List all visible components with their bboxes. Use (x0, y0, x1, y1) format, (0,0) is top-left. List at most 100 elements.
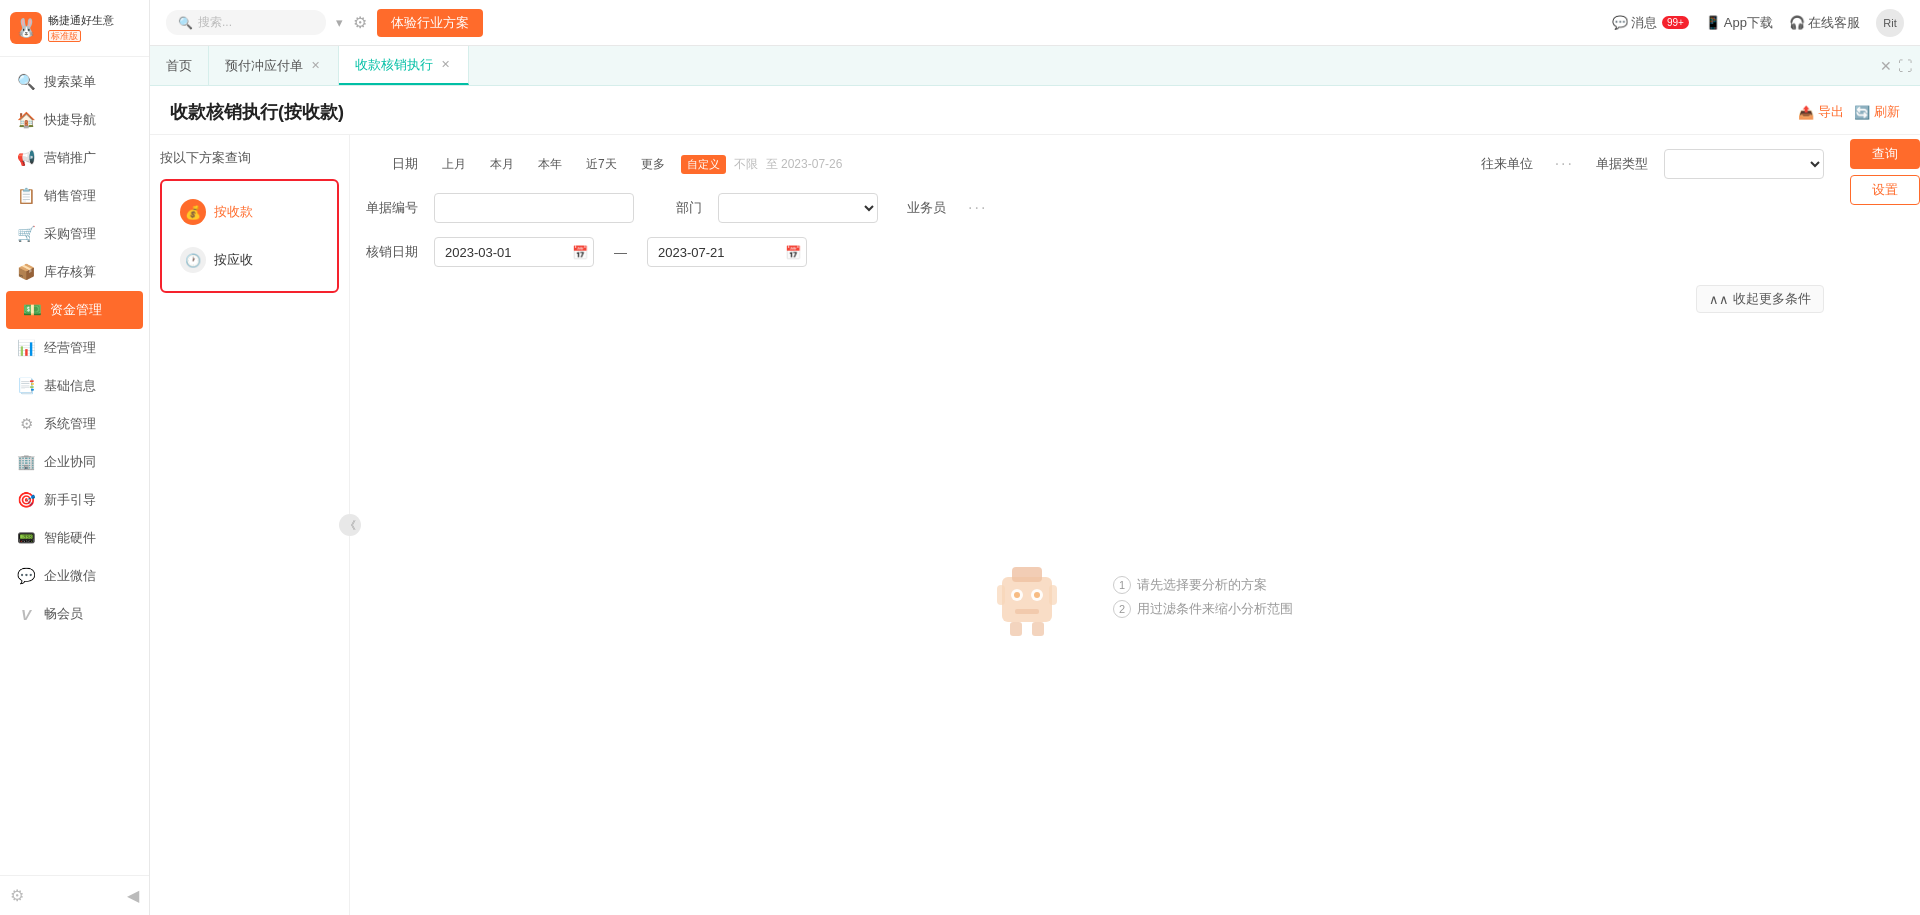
svg-rect-1 (1012, 567, 1042, 582)
staff-label: 业务员 (894, 199, 946, 217)
sidebar-item-marketing[interactable]: 📢 营销推广 (0, 139, 149, 177)
dept-label: 部门 (650, 199, 702, 217)
sidebar-item-label-operation: 经营管理 (44, 339, 96, 357)
panel-collapse-button[interactable]: 《 (339, 514, 361, 536)
tab-expand-icon[interactable]: ⛶ (1898, 58, 1912, 74)
sidebar-item-inventory[interactable]: 📦 库存核算 (0, 253, 149, 291)
sidebar-collapse-icon[interactable]: ◀ (127, 886, 139, 905)
staff-dots[interactable]: ··· (962, 199, 993, 217)
more-conditions-button[interactable]: ∧∧ 收起更多条件 (1696, 285, 1824, 313)
sidebar-item-member[interactable]: V 畅会员 (0, 595, 149, 633)
by-receipt-label: 按收款 (214, 203, 253, 221)
filter-option-by-receivable[interactable]: 🕐 按应收 (170, 239, 329, 281)
tab-bar: 首页 预付冲应付单 ✕ 收款核销执行 ✕ ✕ ⛶ (150, 46, 1920, 86)
sidebar: 🐰 畅捷通好生意 标准版 🔍 搜索菜单 🏠 快捷导航 📢 营销推广 📋 销售管理… (0, 0, 150, 915)
filter-row-2: 单据编号 部门 业务员 ··· (366, 193, 1824, 223)
doc-type-select-wrap (1664, 149, 1824, 179)
calendar-to-icon[interactable]: 📅 (785, 245, 801, 260)
filter-content: 按以下方案查询 💰 按收款 🕐 按应收 《 (150, 135, 1920, 915)
sidebar-item-basic[interactable]: 📑 基础信息 (0, 367, 149, 405)
sidebar-settings-icon[interactable]: ⚙ (10, 886, 24, 905)
query-button[interactable]: 查询 (1850, 139, 1920, 169)
date-to: 至 2023-07-26 (766, 156, 843, 173)
online-service-area[interactable]: 🎧 在线客服 (1789, 14, 1860, 32)
empty-row: 1 请先选择要分析的方案 2 用过滤条件来缩小分析范围 (977, 547, 1293, 647)
marketing-icon: 📢 (16, 149, 36, 167)
by-receivable-label: 按应收 (214, 251, 253, 269)
empty-hints: 1 请先选择要分析的方案 2 用过滤条件来缩小分析范围 (1113, 576, 1293, 618)
purchase-icon: 🛒 (16, 225, 36, 243)
export-icon: 📤 (1798, 105, 1814, 120)
header-dropdown-icon[interactable]: ▾ (336, 15, 343, 30)
app-name: 畅捷通好生意 (48, 13, 114, 27)
user-avatar[interactable]: Rit (1876, 9, 1904, 37)
sidebar-item-fund[interactable]: 💵 资金管理 (6, 291, 143, 329)
member-icon: V (16, 606, 36, 623)
filter-main: 日期 上月 本月 本年 近7天 更多 自定义 不限 至 2023-07-26 (350, 135, 1840, 339)
sidebar-item-hardware[interactable]: 📟 智能硬件 (0, 519, 149, 557)
sidebar-item-label-wechat: 企业微信 (44, 567, 96, 585)
writeoff-date-to-input[interactable] (647, 237, 807, 267)
tab-receipt-close-icon[interactable]: ✕ (439, 57, 452, 72)
page-content: 收款核销执行(按收款) 📤 导出 🔄 刷新 按以下方案查询 💰 (150, 86, 1920, 915)
tab-close-all-icon[interactable]: ✕ (1880, 58, 1892, 74)
date-btn-7days[interactable]: 近7天 (578, 153, 625, 176)
date-btn-this-year[interactable]: 本年 (530, 153, 570, 176)
party-dots[interactable]: ··· (1549, 155, 1580, 173)
sidebar-item-label-purchase: 采购管理 (44, 225, 96, 243)
sidebar-item-sales[interactable]: 📋 销售管理 (0, 177, 149, 215)
app-download-area[interactable]: 📱 App下载 (1705, 14, 1773, 32)
message-badge: 99+ (1662, 16, 1689, 29)
sidebar-item-purchase[interactable]: 🛒 采购管理 (0, 215, 149, 253)
date-btn-custom[interactable]: 自定义 (681, 155, 726, 174)
date-options-group: 上月 本月 本年 近7天 更多 自定义 不限 至 2023-07-26 (434, 153, 1465, 176)
header-search-box[interactable]: 🔍 搜索... (166, 10, 326, 35)
export-label: 导出 (1818, 103, 1844, 121)
doc-no-label: 单据编号 (366, 199, 418, 217)
sales-icon: 📋 (16, 187, 36, 205)
mobile-icon: 📱 (1705, 15, 1721, 30)
header-settings-icon[interactable]: ⚙ (353, 13, 367, 32)
sidebar-item-search[interactable]: 🔍 搜索菜单 (0, 63, 149, 101)
home-icon: 🏠 (16, 111, 36, 129)
doc-type-select[interactable] (1664, 149, 1824, 179)
tab-prepay[interactable]: 预付冲应付单 ✕ (209, 46, 339, 85)
sidebar-item-enterprise[interactable]: 🏢 企业协同 (0, 443, 149, 481)
tab-prepay-close-icon[interactable]: ✕ (309, 58, 322, 73)
inventory-icon: 📦 (16, 263, 36, 281)
chevron-up-icon: ∧∧ (1709, 292, 1729, 307)
page-header: 收款核销执行(按收款) 📤 导出 🔄 刷新 (150, 86, 1920, 135)
sidebar-nav: 🔍 搜索菜单 🏠 快捷导航 📢 营销推广 📋 销售管理 🛒 采购管理 📦 库存核… (0, 57, 149, 875)
operation-icon: 📊 (16, 339, 36, 357)
calendar-from-icon[interactable]: 📅 (572, 245, 588, 260)
date-btn-this-month[interactable]: 本月 (482, 153, 522, 176)
refresh-button[interactable]: 🔄 刷新 (1854, 103, 1900, 121)
sidebar-item-label-enterprise: 企业协同 (44, 453, 96, 471)
sidebar-item-operation[interactable]: 📊 经营管理 (0, 329, 149, 367)
date-btn-last-month[interactable]: 上月 (434, 153, 474, 176)
header-right: 💬 消息 99+ 📱 App下载 🎧 在线客服 Rit (1612, 9, 1904, 37)
main-content: 🔍 搜索... ▾ ⚙ 体验行业方案 💬 消息 99+ 📱 App下载 🎧 在线… (150, 0, 1920, 915)
industry-solution-button[interactable]: 体验行业方案 (377, 9, 483, 37)
hardware-icon: 📟 (16, 529, 36, 547)
svg-rect-0 (1002, 577, 1052, 622)
sidebar-item-guide[interactable]: 🎯 新手引导 (0, 481, 149, 519)
export-button[interactable]: 📤 导出 (1798, 103, 1844, 121)
basic-icon: 📑 (16, 377, 36, 395)
filter-left-title: 按以下方案查询 (160, 149, 339, 167)
doc-no-input[interactable] (434, 193, 634, 223)
writeoff-date-from-input[interactable] (434, 237, 594, 267)
tab-home[interactable]: 首页 (150, 46, 209, 85)
sidebar-item-quick-nav[interactable]: 🏠 快捷导航 (0, 101, 149, 139)
filter-option-by-receipt[interactable]: 💰 按收款 (170, 191, 329, 233)
page-title: 收款核销执行(按收款) (170, 100, 344, 124)
message-area[interactable]: 💬 消息 99+ (1612, 14, 1689, 32)
sidebar-item-wechat[interactable]: 💬 企业微信 (0, 557, 149, 595)
sidebar-item-system[interactable]: ⚙ 系统管理 (0, 405, 149, 443)
tab-receipt[interactable]: 收款核销执行 ✕ (339, 46, 469, 85)
settings-button[interactable]: 设置 (1850, 175, 1920, 205)
doc-type-label: 单据类型 (1596, 155, 1648, 173)
sidebar-item-label-system: 系统管理 (44, 415, 96, 433)
dept-select[interactable] (718, 193, 878, 223)
date-btn-more[interactable]: 更多 (633, 153, 673, 176)
